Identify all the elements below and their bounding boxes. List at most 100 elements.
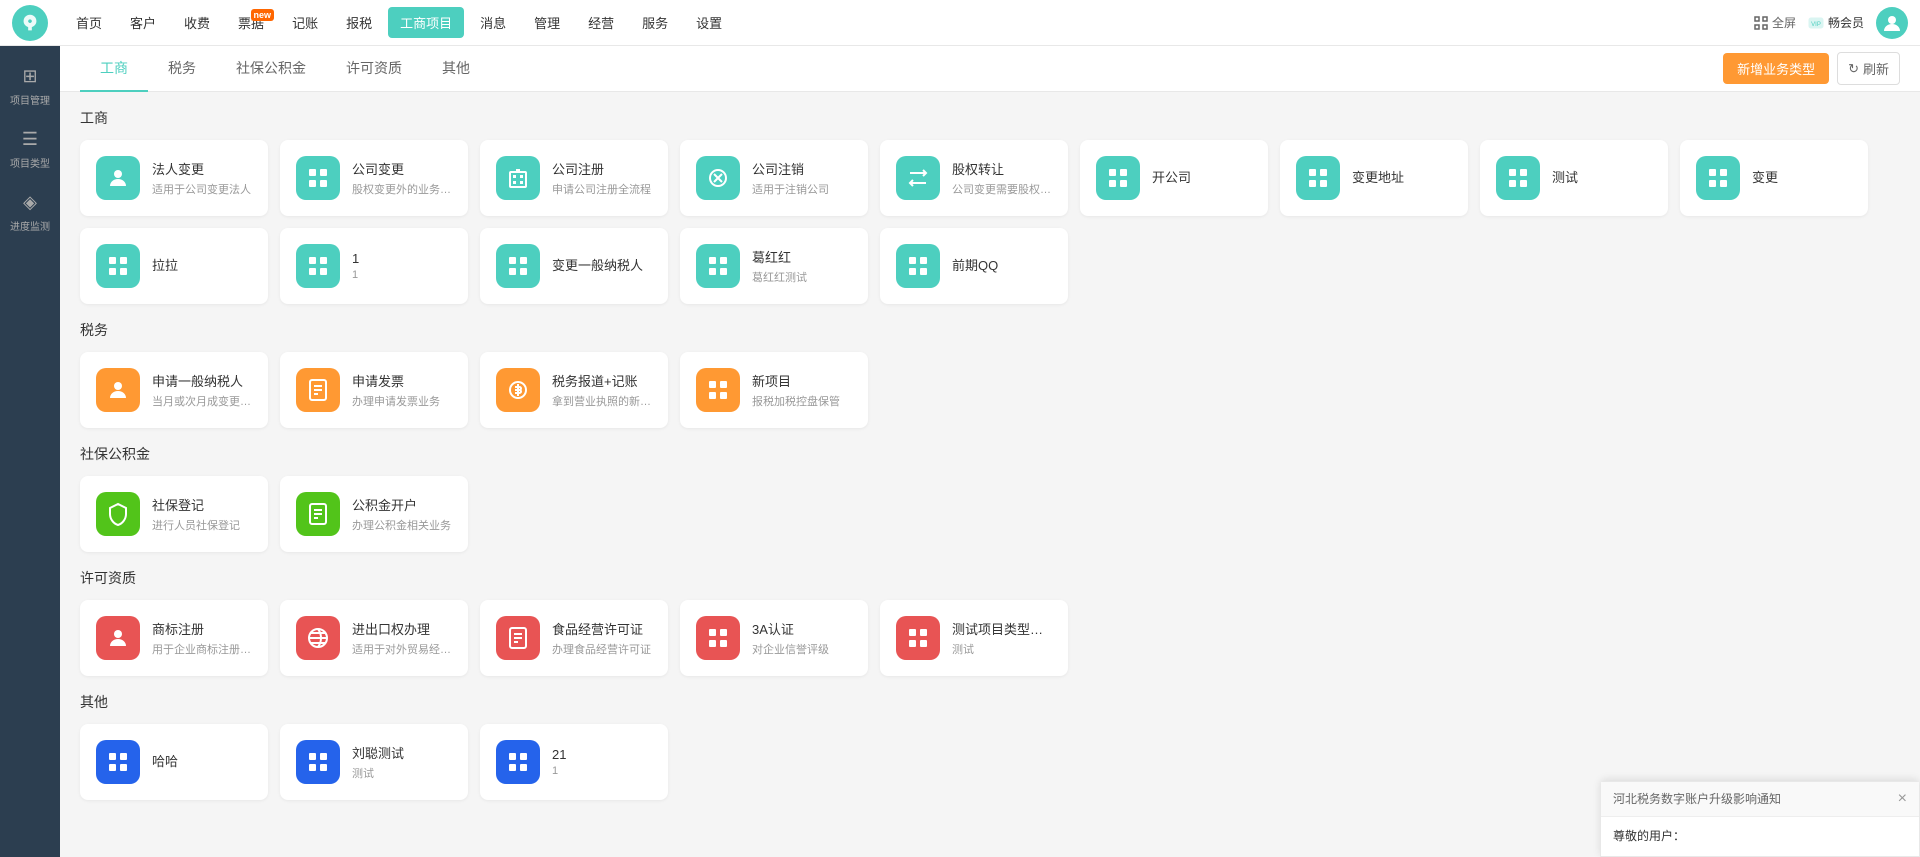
card-title: 刘聪测试 [352, 743, 452, 762]
card-变更地址[interactable]: 变更地址 [1280, 140, 1468, 216]
card-申请发票[interactable]: 申请发票 办理申请发票业务 [280, 352, 468, 428]
sidebar-label-0: 项目管理 [10, 92, 50, 107]
card-icon [96, 492, 140, 536]
card-desc: 1 [552, 765, 652, 777]
card-title: 公积金开户 [352, 495, 452, 514]
card-info: 变更一般纳税人 [552, 255, 652, 277]
nav-item-报税[interactable]: 报税 [334, 7, 384, 38]
card-葛红红[interactable]: 葛红红 葛红红测试 [680, 228, 868, 304]
card-公司注册[interactable]: 公司注册 申请公司注册全流程 [480, 140, 668, 216]
card-title: 拉拉 [152, 255, 252, 274]
card-title: 葛红红 [752, 247, 852, 266]
tab-社保公积金[interactable]: 社保公积金 [216, 46, 326, 92]
card-1[interactable]: 1 1 [280, 228, 468, 304]
notif-close-button[interactable]: × [1898, 790, 1907, 808]
tab-其他[interactable]: 其他 [422, 46, 490, 92]
card-测试项目类型目定义[interactable]: 测试项目类型目定义 测试 [880, 600, 1068, 676]
card-icon [96, 156, 140, 200]
nav-item-首页[interactable]: 首页 [64, 7, 114, 38]
card-前期QQ[interactable]: 前期QQ [880, 228, 1068, 304]
card-税务报道+记账[interactable]: 税务报道+记账 拿到营业执照的新公司 [480, 352, 668, 428]
card-icon [296, 492, 340, 536]
card-info: 新项目 报税加税控盘保管 [752, 371, 852, 409]
nav-item-服务[interactable]: 服务 [630, 7, 680, 38]
sidebar-label-2: 进度监测 [10, 218, 50, 233]
add-type-button[interactable]: 新增业务类型 [1723, 53, 1829, 84]
nav-item-消息[interactable]: 消息 [468, 7, 518, 38]
nav-item-设置[interactable]: 设置 [684, 7, 734, 38]
card-21[interactable]: 21 1 [480, 724, 668, 800]
card-title: 变更地址 [1352, 167, 1452, 186]
card-icon [96, 616, 140, 660]
card-股权转让[interactable]: 股权转让 公司变更需要股权转让 [880, 140, 1068, 216]
nav-item-管理[interactable]: 管理 [522, 7, 572, 38]
sidebar-item-0[interactable]: ⊞项目管理 [0, 54, 60, 117]
card-title: 社保登记 [152, 495, 252, 514]
card-desc: 适用于注销公司 [752, 181, 852, 197]
card-公积金开户[interactable]: 公积金开户 办理公积金相关业务 [280, 476, 468, 552]
card-商标注册[interactable]: 商标注册 用于企业商标注册服务 [80, 600, 268, 676]
card-desc: 进行人员社保登记 [152, 517, 252, 533]
card-info: 1 1 [352, 251, 452, 281]
card-食品经营许可证[interactable]: 食品经营许可证 办理食品经营许可证 [480, 600, 668, 676]
card-公司注销[interactable]: 公司注销 适用于注销公司 [680, 140, 868, 216]
card-申请一般纳税人[interactable]: 申请一般纳税人 当月或次月成变更完成 [80, 352, 268, 428]
card-哈哈[interactable]: 哈哈 [80, 724, 268, 800]
refresh-button[interactable]: ↻ 刷新 [1837, 52, 1900, 85]
card-title: 股权转让 [952, 159, 1052, 178]
card-icon [696, 368, 740, 412]
cards-grid-许可资质: 商标注册 用于企业商标注册服务 进出口权办理 适用于对外贸易经营者 食品经营许可… [80, 600, 1900, 676]
nav-item-收费[interactable]: 收费 [172, 7, 222, 38]
topnav-right: 全屏 VIP 畅会员 [1754, 7, 1908, 39]
card-新项目[interactable]: 新项目 报税加税控盘保管 [680, 352, 868, 428]
card-title: 税务报道+记账 [552, 371, 652, 390]
user-avatar[interactable] [1876, 7, 1908, 39]
card-开公司[interactable]: 开公司 [1080, 140, 1268, 216]
card-icon [296, 368, 340, 412]
card-desc: 申请公司注册全流程 [552, 181, 652, 197]
card-icon [96, 740, 140, 784]
card-变更[interactable]: 变更 [1680, 140, 1868, 216]
tab-许可资质[interactable]: 许可资质 [326, 46, 422, 92]
card-info: 开公司 [1152, 167, 1252, 189]
section-title-税务: 税务 [80, 320, 1900, 340]
card-测试[interactable]: 测试 [1480, 140, 1668, 216]
nav-item-客户[interactable]: 客户 [118, 7, 168, 38]
card-title: 申请一般纳税人 [152, 371, 252, 390]
card-desc: 公司变更需要股权转让 [952, 181, 1052, 197]
card-刘聪测试[interactable]: 刘聪测试 测试 [280, 724, 468, 800]
nav-item-票据[interactable]: 票据new [226, 7, 276, 38]
nav-item-经营[interactable]: 经营 [576, 7, 626, 38]
app-logo[interactable] [12, 5, 48, 41]
card-icon [696, 616, 740, 660]
topnav: 首页客户收费票据new记账报税工商项目消息管理经营服务设置 全屏 VIP 畅会员 [0, 0, 1920, 46]
card-社保登记[interactable]: 社保登记 进行人员社保登记 [80, 476, 268, 552]
card-3A认证[interactable]: 3A认证 对企业信誉评级 [680, 600, 868, 676]
card-变更一般纳税人[interactable]: 变更一般纳税人 [480, 228, 668, 304]
section-title-许可资质: 许可资质 [80, 568, 1900, 588]
card-info: 公司注销 适用于注销公司 [752, 159, 852, 197]
sidebar-icon-1: ☰ [18, 127, 42, 151]
tab-税务[interactable]: 税务 [148, 46, 216, 92]
sidebar-item-2[interactable]: ◈进度监测 [0, 180, 60, 243]
card-法人变更[interactable]: 法人变更 适用于公司变更法人 [80, 140, 268, 216]
svg-text:VIP: VIP [1811, 22, 1821, 28]
card-icon [896, 156, 940, 200]
sidebar-item-1[interactable]: ☰ 项目类型 [0, 117, 60, 180]
card-title: 变更 [1752, 167, 1852, 186]
content-area: 工商 法人变更 适用于公司变更法人 公司变更 股权变更外的业务变更 公司注册 [60, 92, 1920, 832]
fullscreen-button[interactable]: 全屏 [1754, 14, 1796, 31]
card-desc: 办理申请发票业务 [352, 393, 452, 409]
card-公司变更[interactable]: 公司变更 股权变更外的业务变更 [280, 140, 468, 216]
card-icon [96, 368, 140, 412]
nav-item-工商项目[interactable]: 工商项目 [388, 7, 464, 38]
card-进出口权办理[interactable]: 进出口权办理 适用于对外贸易经营者 [280, 600, 468, 676]
card-拉拉[interactable]: 拉拉 [80, 228, 268, 304]
tab-工商[interactable]: 工商 [80, 46, 148, 92]
vip-button[interactable]: VIP 畅会员 [1808, 14, 1864, 31]
card-title: 公司注册 [552, 159, 652, 178]
nav-item-记账[interactable]: 记账 [280, 7, 330, 38]
card-info: 变更地址 [1352, 167, 1452, 189]
card-title: 前期QQ [952, 255, 1052, 274]
sidebar-label-1: 项目类型 [10, 155, 50, 170]
